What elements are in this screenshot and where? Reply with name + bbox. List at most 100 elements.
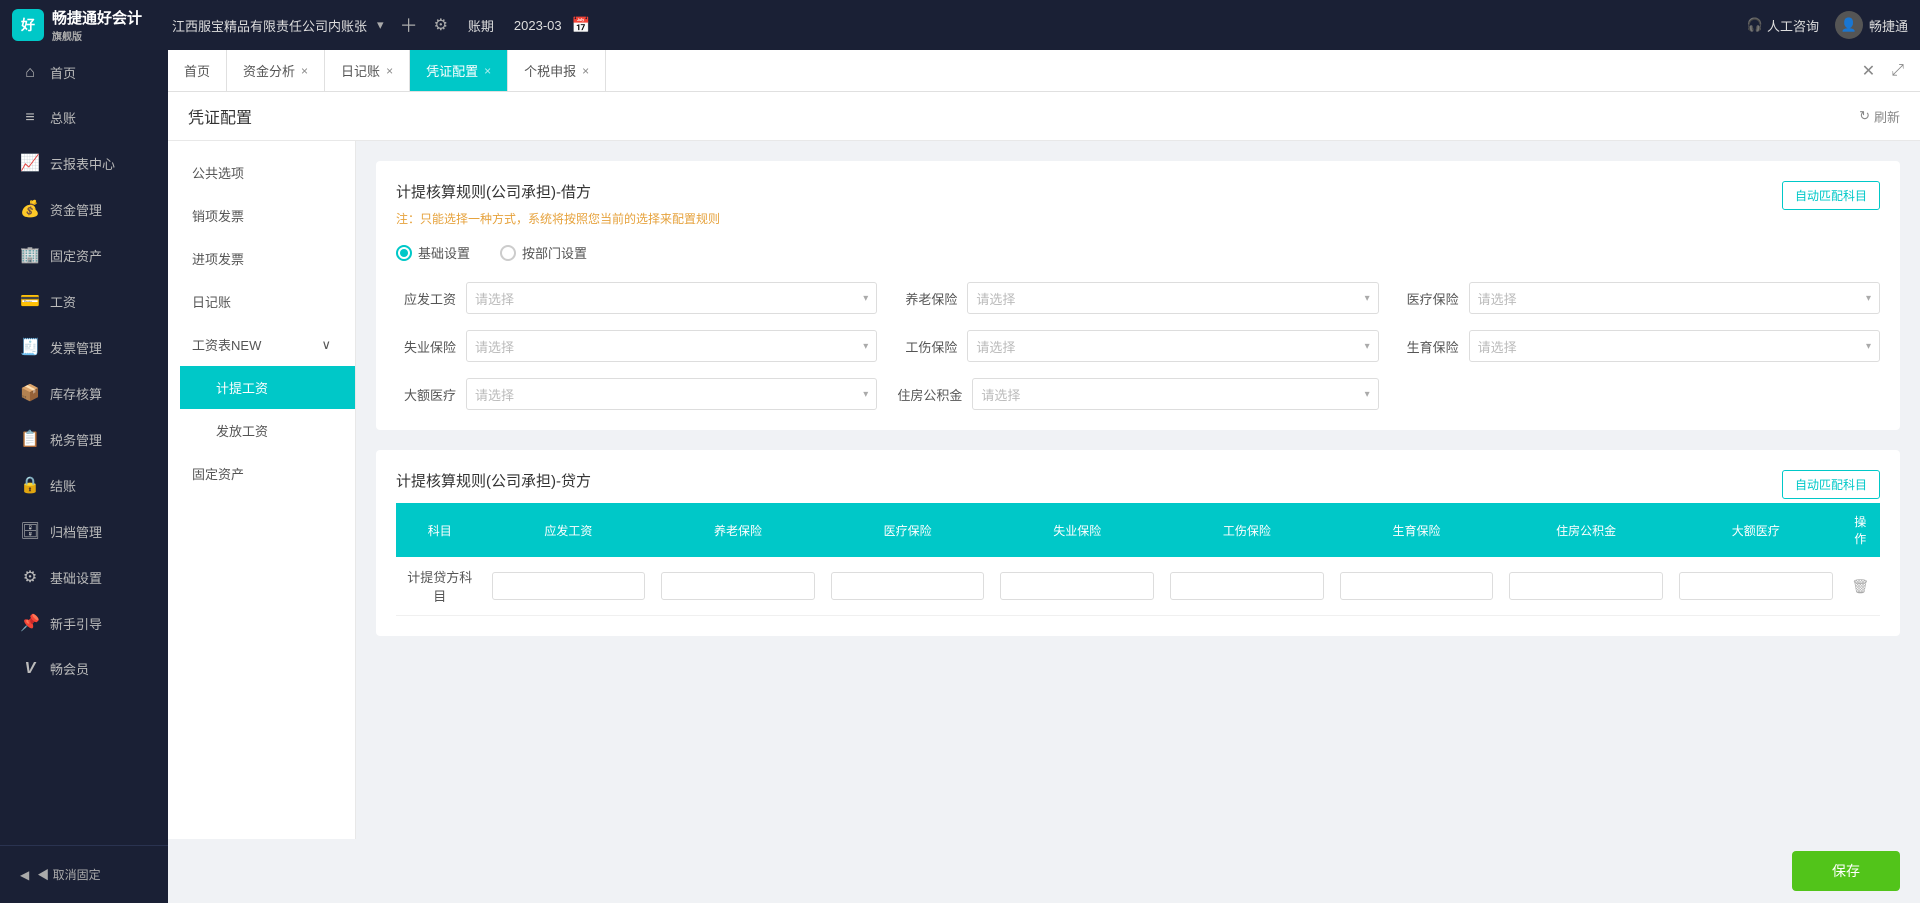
td-action[interactable]: 🗑 <box>1841 557 1880 616</box>
injury-chevron-icon: ▾ <box>1365 341 1370 352</box>
sidebar-label-close: 结账 <box>50 476 76 495</box>
maternity-select[interactable]: 请选择 ▾ <box>1469 330 1880 362</box>
debit-section: 自动匹配科目 计提核算规则(公司承担)-借方 注：只能选择一种方式，系统将按照您… <box>376 161 1900 430</box>
large-medical-select[interactable]: 请选择 ▾ <box>466 378 877 410</box>
maternity-chevron-icon: ▾ <box>1866 341 1871 352</box>
cancel-fixed-button[interactable]: ◀ ◀ 取消固定 <box>0 856 168 893</box>
sidebar-label-reports: 云报表中心 <box>50 154 115 173</box>
table-row: 计提贷方科目 🗑 <box>396 557 1880 616</box>
cancel-fixed-label: ◀ 取消固定 <box>37 866 100 883</box>
td-injury[interactable] <box>1162 557 1332 616</box>
credit-injury-input[interactable] <box>1170 572 1324 600</box>
settings-icon[interactable]: ⚙ <box>434 15 448 35</box>
td-wages[interactable] <box>484 557 654 616</box>
sidebar-item-close[interactable]: 🔒 结账 <box>0 462 168 508</box>
sidebar-item-home[interactable]: ⌂ 首页 <box>0 50 168 95</box>
left-nav-calc-salary[interactable]: 计提工资 <box>180 366 355 409</box>
large-medical-label: 大额医疗 <box>396 385 456 404</box>
left-nav-purchase[interactable]: 进项发票 <box>168 237 355 280</box>
left-nav-journal-label: 日记账 <box>192 295 231 310</box>
tab-home[interactable]: 首页 <box>168 50 227 91</box>
radio-department[interactable]: 按部门设置 <box>500 243 587 262</box>
settings-nav-icon: ⚙ <box>20 567 40 587</box>
form-item-medical: 医疗保险 请选择 ▾ <box>1399 282 1880 314</box>
sidebar-item-archive[interactable]: 🗄 归档管理 <box>0 508 168 554</box>
pension-select[interactable]: 请选择 ▾ <box>967 282 1378 314</box>
sidebar-label-invoice: 发票管理 <box>50 338 102 357</box>
housing-placeholder: 请选择 <box>981 385 1020 404</box>
sidebar-item-inventory[interactable]: 📦 库存核算 <box>0 370 168 416</box>
td-pension[interactable] <box>653 557 823 616</box>
td-large-medical[interactable] <box>1671 557 1841 616</box>
sidebar-item-tax[interactable]: 📋 税务管理 <box>0 416 168 462</box>
cancel-fixed-icon: ◀ <box>20 868 29 882</box>
credit-maternity-input[interactable] <box>1340 572 1494 600</box>
tab-capital-close[interactable]: × <box>301 64 308 78</box>
left-nav-salary-group[interactable]: 工资表NEW ∨ <box>168 323 355 366</box>
refresh-button[interactable]: ↻ 刷新 <box>1859 107 1900 126</box>
credit-medical-input[interactable] <box>831 572 985 600</box>
td-maternity[interactable] <box>1332 557 1502 616</box>
credit-wages-input[interactable] <box>492 572 646 600</box>
tab-tax[interactable]: 个税申报 × <box>508 50 606 91</box>
td-housing[interactable] <box>1501 557 1671 616</box>
unemployment-select[interactable]: 请选择 ▾ <box>466 330 877 362</box>
sidebar-item-assets[interactable]: 🏢 固定资产 <box>0 232 168 278</box>
calendar-icon[interactable]: 📅 <box>572 16 591 34</box>
sidebar-item-settings[interactable]: ⚙ 基础设置 <box>0 554 168 600</box>
th-injury: 工伤保险 <box>1162 503 1332 557</box>
tab-journal-close[interactable]: × <box>386 64 393 78</box>
credit-section: 自动匹配科目 计提核算规则(公司承担)-贷方 科目 应发工资 养老保险 医疗保险… <box>376 450 1900 636</box>
save-button[interactable]: 保存 <box>1792 851 1900 891</box>
pension-placeholder: 请选择 <box>976 289 1015 308</box>
refresh-label: 刷新 <box>1874 107 1900 126</box>
form-item-wages: 应发工资 请选择 ▾ <box>396 282 877 314</box>
tab-journal[interactable]: 日记账 × <box>325 50 410 91</box>
company-dropdown-icon[interactable]: ▾ <box>377 17 384 33</box>
tab-voucher-close[interactable]: × <box>484 64 491 78</box>
left-nav-sales-label: 销项发票 <box>192 209 244 224</box>
tab-voucher[interactable]: 凭证配置 × <box>410 50 508 91</box>
radio-basic[interactable]: 基础设置 <box>396 243 470 262</box>
sidebar-item-ledger[interactable]: ≡ 总账 <box>0 95 168 140</box>
housing-select[interactable]: 请选择 ▾ <box>972 378 1378 410</box>
td-medical[interactable] <box>823 557 993 616</box>
th-housing: 住房公积金 <box>1501 503 1671 557</box>
left-nav-sales[interactable]: 销项发票 <box>168 194 355 237</box>
sidebar-item-invoice[interactable]: 🧾 发票管理 <box>0 324 168 370</box>
left-nav-journal[interactable]: 日记账 <box>168 280 355 323</box>
left-nav-pay-salary[interactable]: 发放工资 <box>180 409 355 452</box>
left-nav-public[interactable]: 公共选项 <box>168 151 355 194</box>
sidebar-item-salary[interactable]: 💳 工资 <box>0 278 168 324</box>
wages-select[interactable]: 请选择 ▾ <box>466 282 877 314</box>
credit-housing-input[interactable] <box>1509 572 1663 600</box>
medical-select[interactable]: 请选择 ▾ <box>1469 282 1880 314</box>
injury-label: 工伤保险 <box>897 337 957 356</box>
credit-auto-match-button[interactable]: 自动匹配科目 <box>1782 470 1880 499</box>
sidebar-item-capital[interactable]: 💰 资金管理 <box>0 186 168 232</box>
unemployment-chevron-icon: ▾ <box>863 341 868 352</box>
close-tab-button[interactable]: ✕ <box>1858 57 1879 85</box>
debit-auto-match-button[interactable]: 自动匹配科目 <box>1782 181 1880 210</box>
inventory-icon: 📦 <box>20 383 40 403</box>
delete-row-button[interactable]: 🗑 <box>1851 578 1869 595</box>
tab-tax-close[interactable]: × <box>582 64 589 78</box>
credit-unemployment-input[interactable] <box>1000 572 1154 600</box>
service-button[interactable]: 🎧 人工咨询 <box>1747 16 1819 35</box>
add-account-icon[interactable]: ＋ <box>400 12 418 38</box>
injury-select[interactable]: 请选择 ▾ <box>967 330 1378 362</box>
tab-capital[interactable]: 资金分析 × <box>227 50 325 91</box>
sidebar-item-reports[interactable]: 📈 云报表中心 <box>0 140 168 186</box>
sidebar-item-guide[interactable]: 📌 新手引导 <box>0 600 168 646</box>
sidebar-item-member[interactable]: V 畅会员 <box>0 646 168 691</box>
logo-icon: 好 <box>12 9 44 41</box>
maternity-placeholder: 请选择 <box>1478 337 1517 356</box>
credit-large-medical-input[interactable] <box>1679 572 1833 600</box>
td-unemployment[interactable] <box>992 557 1162 616</box>
sidebar-bottom: ◀ ◀ 取消固定 <box>0 845 168 903</box>
expand-tab-button[interactable]: ⤢ <box>1887 58 1908 84</box>
form-item-housing: 住房公积金 请选择 ▾ <box>897 378 1378 410</box>
user-menu[interactable]: 👤 畅捷通 <box>1835 11 1908 39</box>
credit-pension-input[interactable] <box>661 572 815 600</box>
left-nav-fixed-assets[interactable]: 固定资产 <box>168 452 355 495</box>
